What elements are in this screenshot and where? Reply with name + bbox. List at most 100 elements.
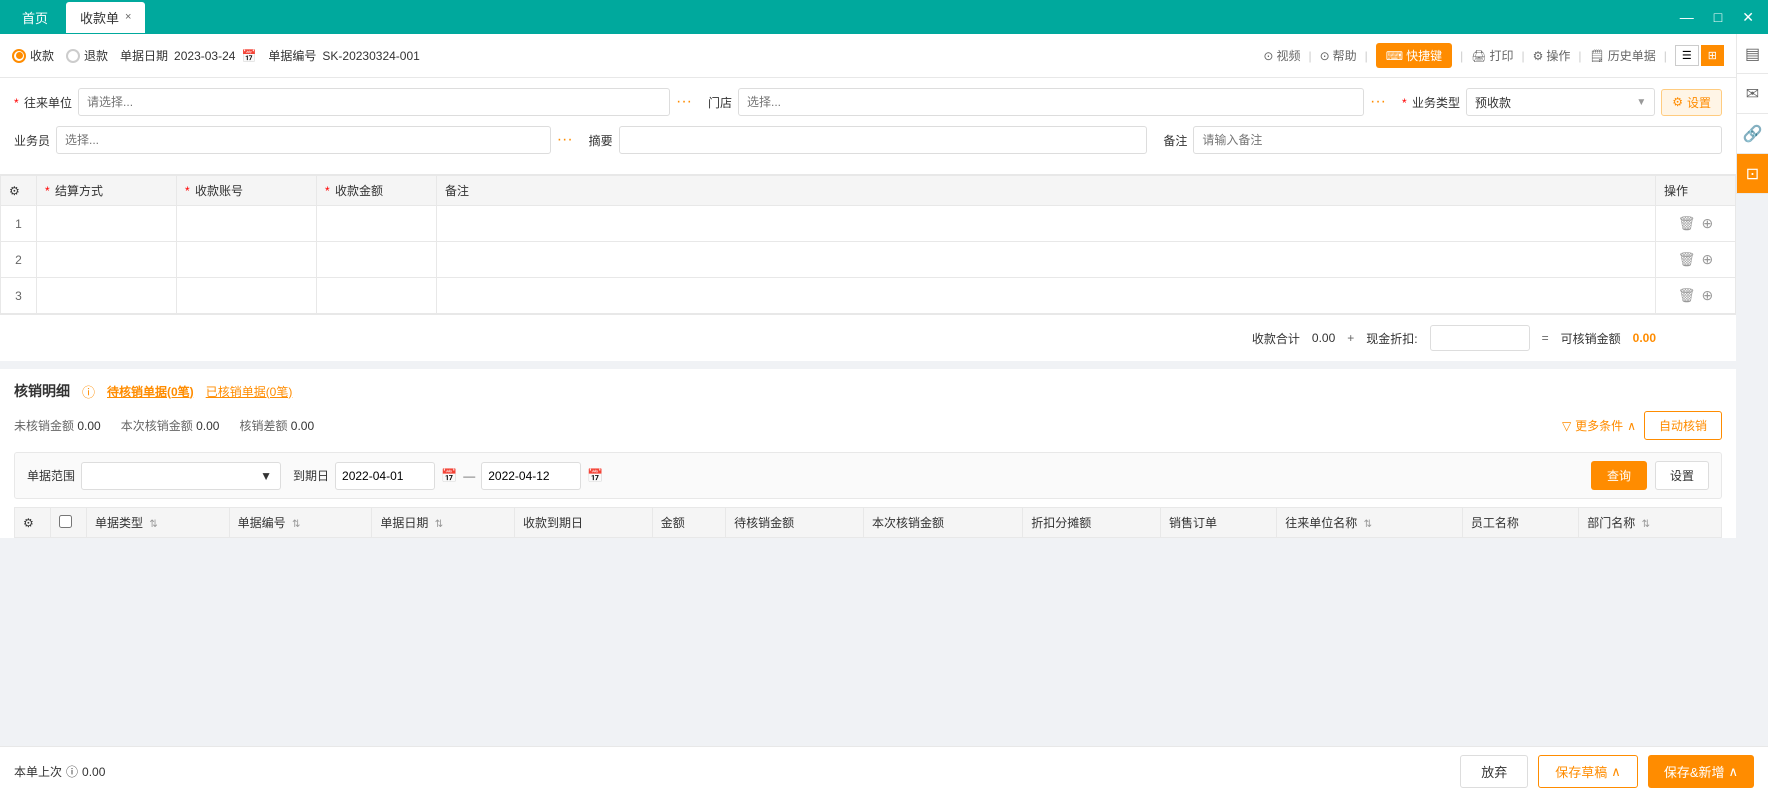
btable-check-col[interactable] (51, 508, 87, 538)
row-1-copy-icon[interactable]: ⊕ (1702, 215, 1714, 232)
select-all-checkbox[interactable] (59, 515, 72, 528)
help-link[interactable]: ⊙ 帮助 (1320, 47, 1357, 64)
right-panel-table-btn[interactable]: ▤ (1737, 34, 1768, 74)
row-2-account[interactable] (177, 242, 317, 278)
tab-home[interactable]: 首页 (8, 2, 62, 33)
this-order-info-icon[interactable]: ⓘ (66, 763, 78, 780)
tab-close-icon[interactable]: × (125, 11, 131, 23)
tab-current-label: 收款单 (80, 8, 119, 27)
maximize-btn[interactable]: □ (1708, 7, 1728, 28)
pending-tab[interactable]: 待核销单据(0笔) (107, 383, 194, 400)
diff-stat: 核销差额 0.00 (239, 417, 314, 434)
done-tab[interactable]: 已核销单据(0笔) (206, 383, 293, 400)
row-1-delete-icon[interactable]: 🗑 (1678, 215, 1696, 232)
counterparty-input[interactable] (78, 88, 670, 116)
history-link[interactable]: 🗒 历史单据 (1590, 47, 1656, 64)
shortcut-icon: ⌨ (1386, 49, 1403, 63)
auto-writeoff-btn[interactable]: 自动核销 (1644, 411, 1722, 440)
due-date-to-input[interactable] (481, 462, 581, 490)
right-panel-mail-btn[interactable]: ✉ (1737, 74, 1768, 114)
btable-amount-col: 金额 (652, 508, 725, 538)
refund-radio-dot (66, 49, 80, 63)
row-3-settle[interactable] (37, 278, 177, 314)
save-draft-label: 保存草稿 (1555, 762, 1607, 781)
table-gear-header[interactable]: ⚙ (1, 176, 37, 206)
row-1-settle[interactable] (37, 206, 177, 242)
row-3-account[interactable] (177, 278, 317, 314)
writeoff-table: ⚙ 单据类型 ⇅ 单据编号 (14, 507, 1722, 538)
video-icon: ⊙ (1263, 49, 1273, 63)
save-new-label: 保存&新增 (1664, 762, 1725, 781)
sort-doc-no-icon[interactable]: ⇅ (292, 519, 300, 530)
row-1-note[interactable] (437, 206, 1656, 242)
save-new-btn[interactable]: 保存&新增 ∧ (1648, 755, 1754, 788)
footer-right: 放弃 保存草稿 ∧ 保存&新增 ∧ (1460, 755, 1754, 788)
btable-gear-col[interactable]: ⚙ (15, 508, 51, 538)
to-calendar-icon[interactable]: 📅 (587, 468, 603, 484)
tab-home-label: 首页 (22, 8, 48, 27)
filter-settings-btn[interactable]: 设置 (1655, 461, 1709, 490)
print-link[interactable]: 🖨 打印 (1471, 47, 1513, 64)
receipt-table: ⚙ * 结算方式 * 收款账号 * (0, 175, 1736, 314)
right-panel-clip-btn[interactable]: 🔗 (1737, 114, 1768, 154)
mail-icon: ✉ (1746, 84, 1759, 104)
remark-input[interactable] (1193, 126, 1722, 154)
sort-doc-type-icon[interactable]: ⇅ (149, 519, 157, 530)
doc-date-calendar-icon[interactable]: 📅 (241, 49, 256, 63)
range-filter-field: 单据范围 ▼ (27, 462, 281, 490)
row-3-delete-icon[interactable]: 🗑 (1678, 287, 1696, 304)
row-2-amount[interactable] (317, 242, 437, 278)
due-date-from-input[interactable] (335, 462, 435, 490)
summary-input[interactable] (619, 126, 1148, 154)
video-link[interactable]: ⊙ 视频 (1263, 47, 1300, 64)
history-label: 历史单据 (1608, 47, 1656, 64)
row-1-amount[interactable] (317, 206, 437, 242)
store-more-btn[interactable]: ··· (1370, 94, 1386, 110)
business-type-select[interactable]: 预收款 ▼ (1466, 88, 1655, 116)
net-value: 0.00 (1633, 331, 1656, 345)
doc-no-label: 单据编号 (268, 47, 316, 64)
receipt-radio-label: 收款 (30, 47, 54, 64)
form-row-2: 业务员 ··· 摘要 备注 (14, 126, 1722, 154)
list-view-btn[interactable]: ☰ (1675, 45, 1699, 66)
refund-radio[interactable]: 退款 (66, 47, 108, 64)
writeoff-title: 核销明细 (14, 381, 70, 401)
row-3-copy-icon[interactable]: ⊕ (1702, 287, 1714, 304)
discount-input[interactable] (1430, 325, 1530, 351)
grid-view-btn[interactable]: ⊞ (1701, 45, 1724, 66)
view-toggle: ☰ ⊞ (1675, 45, 1724, 66)
row-2-note[interactable] (437, 242, 1656, 278)
sort-counterparty-icon[interactable]: ⇅ (1364, 519, 1372, 530)
settings-button[interactable]: ⚙ 设置 (1661, 89, 1722, 116)
row-3-amount[interactable] (317, 278, 437, 314)
query-btn[interactable]: 查询 (1591, 461, 1647, 490)
row-1-account[interactable] (177, 206, 317, 242)
salesperson-input[interactable] (56, 126, 551, 154)
help-icon: ⊙ (1320, 49, 1330, 63)
filter-row: 单据范围 ▼ 到期日 📅 — 📅 (14, 452, 1722, 499)
tab-current[interactable]: 收款单 × (66, 2, 145, 33)
row-2-settle[interactable] (37, 242, 177, 278)
row-3-note[interactable] (437, 278, 1656, 314)
right-panel-screen-btn[interactable]: ⊡ (1737, 154, 1768, 194)
sep5: | (1578, 49, 1581, 63)
from-calendar-icon[interactable]: 📅 (441, 468, 457, 484)
close-btn[interactable]: ✕ (1736, 7, 1760, 28)
counterparty-more-btn[interactable]: ··· (676, 94, 692, 110)
receipt-radio[interactable]: 收款 (12, 47, 54, 64)
minimize-btn[interactable]: — (1674, 7, 1700, 28)
row-2-delete-icon[interactable]: 🗑 (1678, 251, 1696, 268)
shortcut-btn[interactable]: ⌨ 快捷键 (1376, 43, 1452, 68)
salesperson-more-btn[interactable]: ··· (557, 132, 573, 148)
store-input[interactable] (738, 88, 1364, 116)
btable-doc-date-col: 单据日期 ⇅ (372, 508, 515, 538)
writeoff-info-icon[interactable]: ⓘ (82, 382, 95, 401)
more-conditions-btn[interactable]: ▽ 更多条件 ∧ (1562, 417, 1636, 434)
sort-doc-date-icon[interactable]: ⇅ (435, 519, 443, 530)
save-draft-btn[interactable]: 保存草稿 ∧ (1538, 755, 1638, 788)
sort-dept-icon[interactable]: ⇅ (1642, 519, 1650, 530)
range-select[interactable]: ▼ (81, 462, 281, 490)
discard-btn[interactable]: 放弃 (1460, 755, 1528, 788)
operation-link[interactable]: ⚙ 操作 (1533, 47, 1571, 64)
row-2-copy-icon[interactable]: ⊕ (1702, 251, 1714, 268)
